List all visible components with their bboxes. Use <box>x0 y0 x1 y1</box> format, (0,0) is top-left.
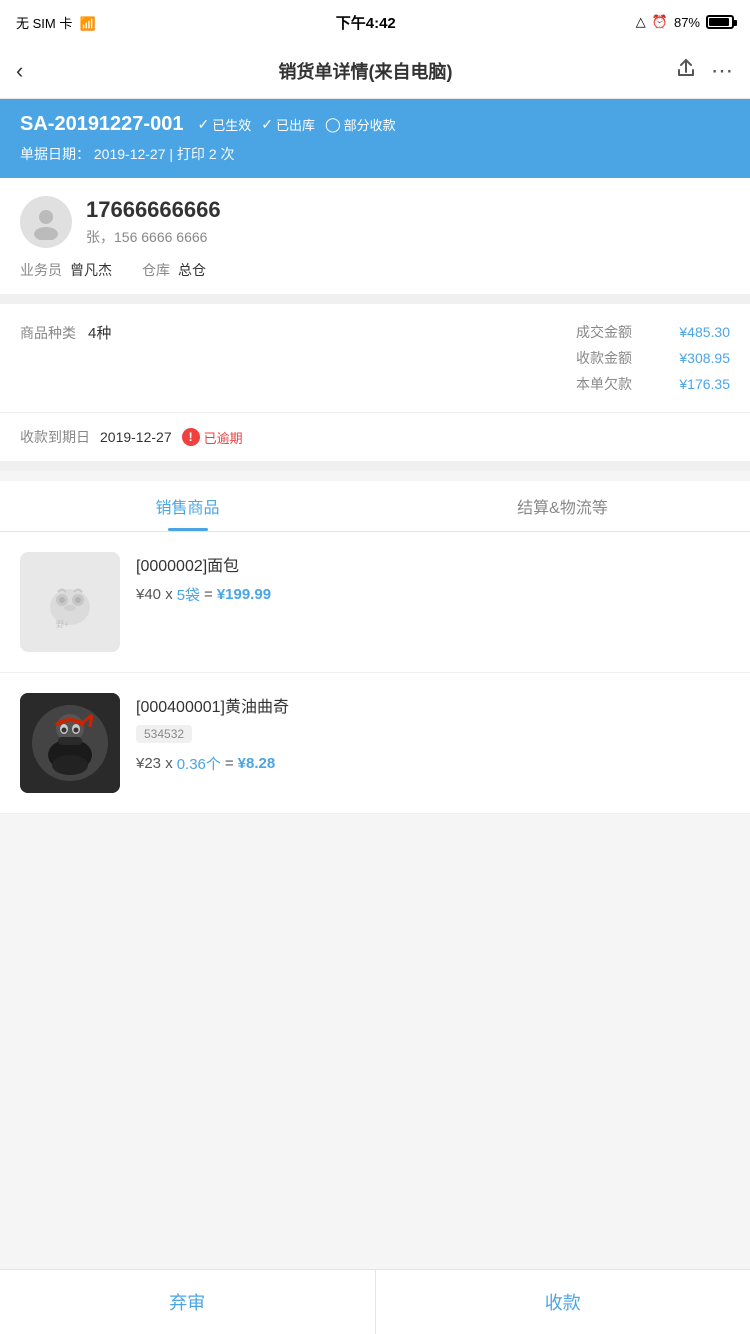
product-item-1: 野+ [0000002]面包 ¥40 x 5袋 = ¥199.99 <box>0 532 750 673</box>
warehouse-item: 仓库 总仓 <box>142 260 206 280</box>
customer-name-phone: 张，156 6666 6666 <box>86 227 221 247</box>
product-type-label: 商品种类 <box>20 323 76 343</box>
overdue-badge: ! 已逾期 <box>182 428 243 447</box>
stat-label-1: 收款金额 <box>576 348 632 368</box>
order-badges: ✓ 已生效 ✓ 已出库 ◯ 部分收款 <box>197 115 395 134</box>
customer-section: 17666666666 张，156 6666 6666 业务员 曾凡杰 仓库 总… <box>0 178 750 294</box>
product-thumb-2 <box>20 693 120 793</box>
product-price-row-1: ¥40 x 5袋 = ¥199.99 <box>136 584 730 605</box>
svg-text:野+: 野+ <box>56 620 69 629</box>
confirm-label: 收款 <box>545 1289 581 1315</box>
check-icon-active: ✓ <box>197 116 209 133</box>
salesperson-label: 业务员 <box>20 260 62 280</box>
product-sku-2: 534532 <box>136 725 192 743</box>
confirm-button[interactable]: 收款 <box>376 1270 750 1334</box>
customer-phone: 17666666666 <box>86 197 221 223</box>
stat-value-2: ¥176.35 <box>650 376 730 392</box>
carrier-signal: 无 SIM 卡 📶 <box>16 13 96 32</box>
products-list: 野+ [0000002]面包 ¥40 x 5袋 = ¥199.99 <box>0 532 750 814</box>
stat-value-1: ¥308.95 <box>650 350 730 366</box>
share-button[interactable] <box>675 57 697 85</box>
stat-value-0: ¥485.30 <box>650 324 730 340</box>
salesperson-item: 业务员 曾凡杰 <box>20 260 112 280</box>
overdue-icon: ! <box>182 428 200 446</box>
due-date-value: 2019-12-27 <box>100 429 172 445</box>
current-time: 下午4:42 <box>336 12 396 33</box>
customer-meta: 业务员 曾凡杰 仓库 总仓 <box>20 260 730 280</box>
status-bar: 无 SIM 卡 📶 下午4:42 △ ⏰ 87% <box>0 0 750 44</box>
date-value: 2019-12-27 <box>94 146 166 162</box>
stat-row-1: 收款金额 ¥308.95 <box>576 348 730 368</box>
order-number: SA-20191227-001 <box>20 113 183 136</box>
battery-icon <box>706 15 734 29</box>
print-info: | 打印 2 次 <box>169 146 234 162</box>
due-date-section: 收款到期日 2019-12-27 ! 已逾期 <box>0 412 750 461</box>
badge-partial: ◯ 部分收款 <box>325 115 396 134</box>
order-date-info: 单据日期： 2019-12-27 | 打印 2 次 <box>20 144 730 164</box>
product-name-2: [000400001]黄油曲奇 <box>136 693 730 717</box>
divider-1 <box>0 294 750 304</box>
product-thumb-1: 野+ <box>20 552 120 652</box>
tab-settlement[interactable]: 结算&物流等 <box>375 481 750 531</box>
product-info-2: [000400001]黄油曲奇 534532 ¥23 x 0.36个 = ¥8.… <box>136 693 730 793</box>
tab-settlement-label: 结算&物流等 <box>517 494 608 518</box>
product-unit-price-2: ¥23 x <box>136 755 173 772</box>
product-item-2: [000400001]黄油曲奇 534532 ¥23 x 0.36个 = ¥8.… <box>0 673 750 814</box>
product-total-1: ¥199.99 <box>217 586 271 603</box>
product-info-1: [0000002]面包 ¥40 x 5袋 = ¥199.99 <box>136 552 730 652</box>
badge-dispatched: ✓ 已出库 <box>261 115 315 134</box>
back-icon: ‹ <box>16 58 23 84</box>
stats-section: 商品种类 4种 成交金额 ¥485.30 收款金额 ¥308.95 本单欠款 ¥… <box>0 304 750 412</box>
stat-row-2: 本单欠款 ¥176.35 <box>576 374 730 394</box>
badge-active: ✓ 已生效 <box>197 115 251 134</box>
warehouse-label: 仓库 <box>142 260 170 280</box>
badge-active-label: 已生效 <box>212 115 251 134</box>
nav-bar: ‹ 销货单详情(来自电脑) ⋯ <box>0 44 750 99</box>
warehouse-value: 总仓 <box>178 260 206 280</box>
clock-icon: ◯ <box>325 116 341 133</box>
overdue-text: 已逾期 <box>204 428 243 447</box>
tab-products[interactable]: 销售商品 <box>0 481 375 531</box>
tabs-row: 销售商品 结算&物流等 <box>0 481 750 531</box>
badge-partial-label: 部分收款 <box>344 115 396 134</box>
stat-label-0: 成交金额 <box>576 322 632 342</box>
bottom-bar: 弃审 收款 <box>0 1269 750 1334</box>
tabs-section: 销售商品 结算&物流等 <box>0 481 750 532</box>
due-date-label: 收款到期日 <box>20 427 90 447</box>
badge-dispatched-label: 已出库 <box>276 115 315 134</box>
salesperson-value: 曾凡杰 <box>70 260 112 280</box>
check-icon-dispatched: ✓ <box>261 116 273 133</box>
battery-percent: 87% <box>674 15 700 30</box>
product-name-1: [0000002]面包 <box>136 552 730 576</box>
product-unit-price-1: ¥40 x <box>136 586 173 603</box>
product-qty-1: 5袋 <box>177 584 200 605</box>
nav-actions: ⋯ <box>675 57 734 85</box>
stat-label-2: 本单欠款 <box>576 374 632 394</box>
tab-products-label: 销售商品 <box>155 494 219 518</box>
product-eq-1: = <box>204 586 213 603</box>
date-label: 单据日期： <box>20 146 90 162</box>
stats-amounts: 成交金额 ¥485.30 收款金额 ¥308.95 本单欠款 ¥176.35 <box>576 322 730 394</box>
product-type-count: 4种 <box>88 322 111 343</box>
stats-product-count: 商品种类 4种 <box>20 322 111 343</box>
divider-2 <box>0 461 750 471</box>
order-header: SA-20191227-001 ✓ 已生效 ✓ 已出库 ◯ 部分收款 单据日期：… <box>0 99 750 178</box>
stat-row-0: 成交金额 ¥485.30 <box>576 322 730 342</box>
customer-info: 17666666666 张，156 6666 6666 <box>86 197 221 247</box>
cancel-button[interactable]: 弃审 <box>0 1270 376 1334</box>
status-indicators: △ ⏰ 87% <box>636 14 734 30</box>
product-price-row-2: ¥23 x 0.36个 = ¥8.28 <box>136 753 730 774</box>
product-placeholder-1: 野+ <box>20 552 120 652</box>
cancel-label: 弃审 <box>169 1289 205 1315</box>
page-title: 销货单详情(来自电脑) <box>56 58 675 84</box>
product-total-2: ¥8.28 <box>238 755 276 772</box>
product-eq-2: = <box>225 755 234 772</box>
location-icon: △ <box>636 14 646 30</box>
product-qty-2: 0.36个 <box>177 753 221 774</box>
tab-underline <box>168 528 208 531</box>
more-button[interactable]: ⋯ <box>711 58 734 84</box>
back-button[interactable]: ‹ <box>16 58 56 84</box>
avatar <box>20 196 72 248</box>
alarm-icon: ⏰ <box>652 14 668 30</box>
